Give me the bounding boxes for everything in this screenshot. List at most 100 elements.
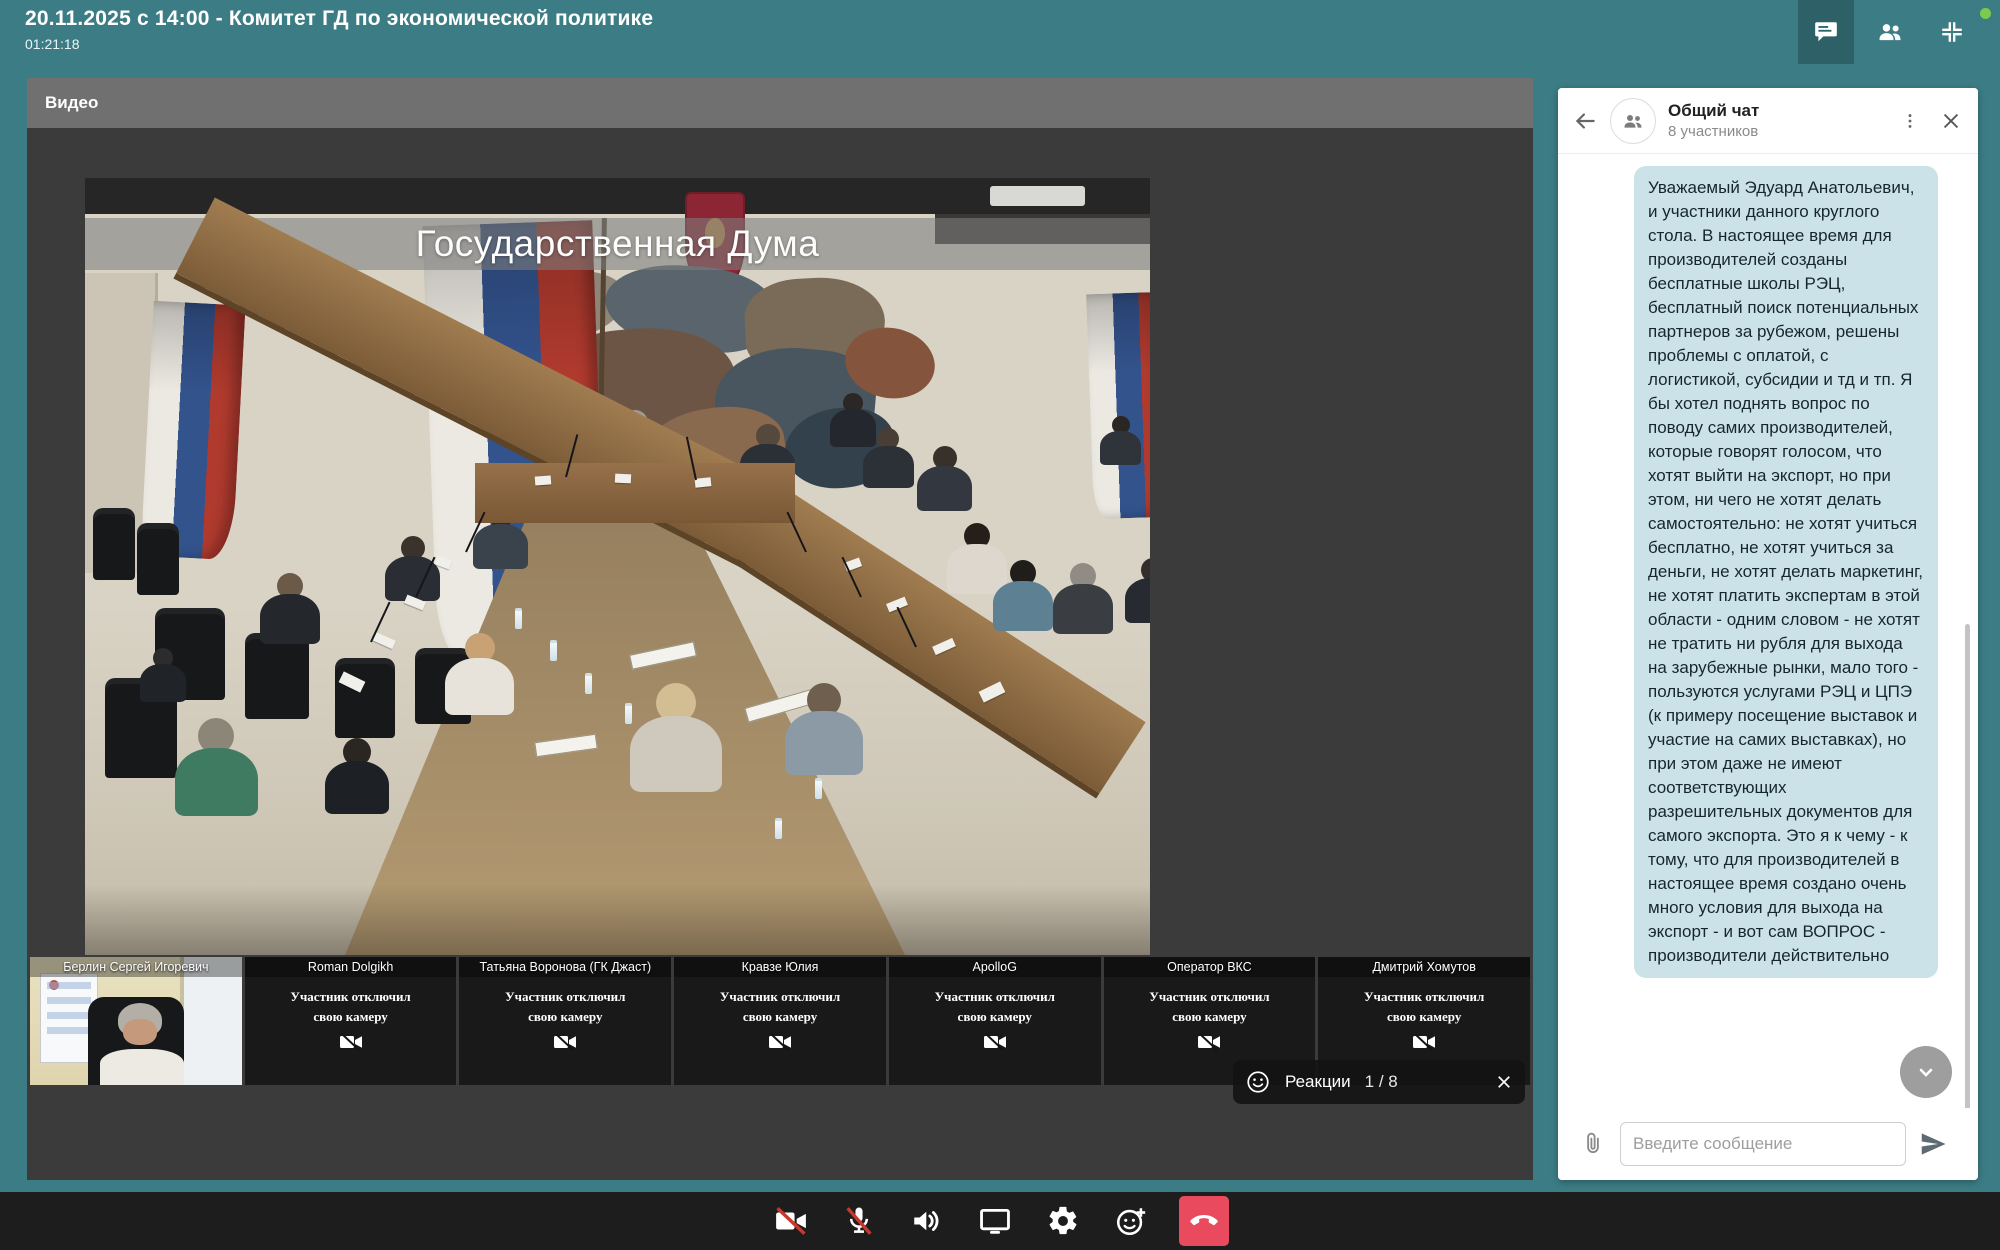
- screen-share-button[interactable]: [975, 1201, 1015, 1241]
- hang-up-icon: [1190, 1215, 1218, 1226]
- control-bar: [0, 1192, 2000, 1250]
- camera-off-icon: [1413, 1033, 1436, 1051]
- send-button[interactable]: [1918, 1129, 1948, 1159]
- chat-toggle-button[interactable]: [1798, 0, 1854, 64]
- meeting-video: Государственная Дума: [85, 178, 1150, 955]
- person-figure: [1053, 563, 1113, 634]
- paper-figure: [372, 631, 396, 650]
- video-panel: Видео Государственная Дума Берлин Сергей…: [27, 78, 1533, 1180]
- participant-tile[interactable]: Берлин Сергей Игоревич: [30, 957, 242, 1085]
- mic-off-button[interactable]: [839, 1201, 879, 1241]
- person-figure: [325, 738, 390, 814]
- collapse-button[interactable]: [1924, 0, 1980, 64]
- camera-off-text: Участник отключил свою камеру: [1364, 989, 1485, 1024]
- participant-tile[interactable]: Татьяна Воронова (ГК Джаст) Участник отк…: [459, 957, 672, 1085]
- camera-off-icon: [776, 1207, 806, 1235]
- group-avatar-icon: [1624, 114, 1642, 128]
- reactions-button[interactable]: [1111, 1201, 1151, 1241]
- reactions-close-button[interactable]: [1495, 1073, 1513, 1091]
- chat-title: Общий чат: [1668, 101, 1760, 120]
- send-icon: [1921, 1133, 1946, 1155]
- camera-off-text: Участник отключил свою камеру: [505, 989, 626, 1024]
- chat-close-button[interactable]: [1940, 110, 1962, 132]
- participant-tile[interactable]: Кравзе Юлия Участник отключил свою камер…: [674, 957, 886, 1085]
- close-icon: [1943, 113, 1959, 128]
- volume-icon: [914, 1211, 939, 1231]
- status-dot: [1980, 8, 1991, 19]
- person-figure: [863, 428, 914, 489]
- person-figure: [175, 718, 258, 817]
- chat-header: Общий чат 8 участников: [1558, 88, 1978, 154]
- person-figure: [260, 573, 320, 644]
- group-avatar: [1610, 97, 1656, 144]
- participant-name: Кравзе Юлия: [674, 957, 886, 977]
- participant-name: Roman Dolgikh: [244, 957, 457, 977]
- volume-button[interactable]: [907, 1201, 947, 1241]
- chair-figure: [137, 523, 179, 595]
- camera-off-text: Участник отключил свою камеру: [934, 989, 1055, 1024]
- participant-name: ApolloG: [888, 957, 1101, 977]
- bottle-figure: [815, 778, 822, 799]
- conference-window: 20.11.2025 с 14:00 - Комитет ГД по эконо…: [0, 0, 2000, 1250]
- table-surface: [475, 463, 795, 523]
- hang-up-button[interactable]: [1179, 1196, 1229, 1246]
- paper-figure: [694, 477, 712, 488]
- camera-off-icon: [983, 1033, 1006, 1051]
- camera-off-text: Участник отключил свою камеру: [719, 989, 841, 1024]
- participant-name: Дмитрий Хомутов: [1318, 957, 1531, 977]
- person-figure: [445, 633, 514, 715]
- flag-icon: [140, 300, 246, 561]
- participant-name: Оператор ВКС: [1103, 957, 1316, 977]
- bottle-figure: [775, 818, 782, 839]
- smiley-plus-icon: [1116, 1208, 1146, 1236]
- smiley-icon[interactable]: [1245, 1069, 1271, 1095]
- chat-panel: Общий чат 8 участников Уважаемый Эдуард …: [1558, 88, 1978, 1180]
- paperclip-icon: [1587, 1132, 1599, 1153]
- reactions-label: Реакции: [1285, 1072, 1351, 1091]
- close-icon: [1498, 1076, 1510, 1088]
- chat-scrollbar[interactable]: [1965, 624, 1970, 1108]
- kebab-menu-icon: [1908, 113, 1912, 128]
- person-figure: [123, 1019, 157, 1045]
- camera-off-text: Участник отключил свою камеру: [1149, 989, 1270, 1024]
- scroll-to-bottom-button[interactable]: [1900, 1046, 1952, 1098]
- screen-share-icon: [980, 1208, 1010, 1234]
- participant-tile[interactable]: Roman Dolgikh Участник отключил свою кам…: [244, 957, 457, 1085]
- mic-off-icon: [846, 1207, 872, 1235]
- person-figure: [385, 536, 441, 602]
- chat-message-input[interactable]: [1620, 1122, 1906, 1166]
- chat-messages[interactable]: Уважаемый Эдуард Анатольевич, и участник…: [1558, 154, 1978, 1108]
- chat-icon: [1815, 22, 1837, 42]
- camera-off-icon: [769, 1033, 792, 1051]
- participant-name: Татьяна Воронова (ГК Джаст): [459, 957, 672, 977]
- attach-button[interactable]: [1580, 1131, 1606, 1157]
- chat-menu-button[interactable]: [1894, 105, 1926, 137]
- camera-off-text: Участник отключил свою камеру: [290, 989, 411, 1024]
- participant-name: Берлин Сергей Игоревич: [30, 957, 242, 977]
- vent-figure: [990, 186, 1085, 206]
- camera-off-button[interactable]: [771, 1201, 811, 1241]
- person-figure: [630, 683, 722, 792]
- participants-icon: [1879, 24, 1901, 41]
- meeting-title: 20.11.2025 с 14:00 - Комитет ГД по эконо…: [25, 7, 654, 30]
- bottle-figure: [585, 673, 592, 694]
- camera-off-icon: [554, 1033, 577, 1051]
- gear-icon: [1049, 1206, 1077, 1235]
- participant-tile[interactable]: ApolloG Участник отключил свою камеру: [888, 957, 1101, 1085]
- video-panel-header: Видео: [27, 78, 1533, 128]
- reactions-overlay: Реакции 1 / 8: [1233, 1060, 1525, 1104]
- meeting-timer: 01:21:18: [25, 36, 80, 52]
- person-figure: [1100, 416, 1142, 465]
- settings-button[interactable]: [1043, 1201, 1083, 1241]
- paper-figure: [614, 473, 632, 484]
- bottle-figure: [515, 608, 522, 629]
- flag-icon: [1086, 291, 1150, 520]
- back-button[interactable]: [1572, 108, 1598, 134]
- chevron-down-icon: [1919, 1068, 1933, 1077]
- chair-figure: [245, 633, 309, 719]
- chat-title-block: Общий чат 8 участников: [1668, 101, 1759, 140]
- chair-figure: [335, 658, 395, 738]
- camera-off-icon: [1198, 1033, 1221, 1051]
- participants-button[interactable]: [1862, 0, 1918, 64]
- camera-off-icon: [339, 1033, 362, 1051]
